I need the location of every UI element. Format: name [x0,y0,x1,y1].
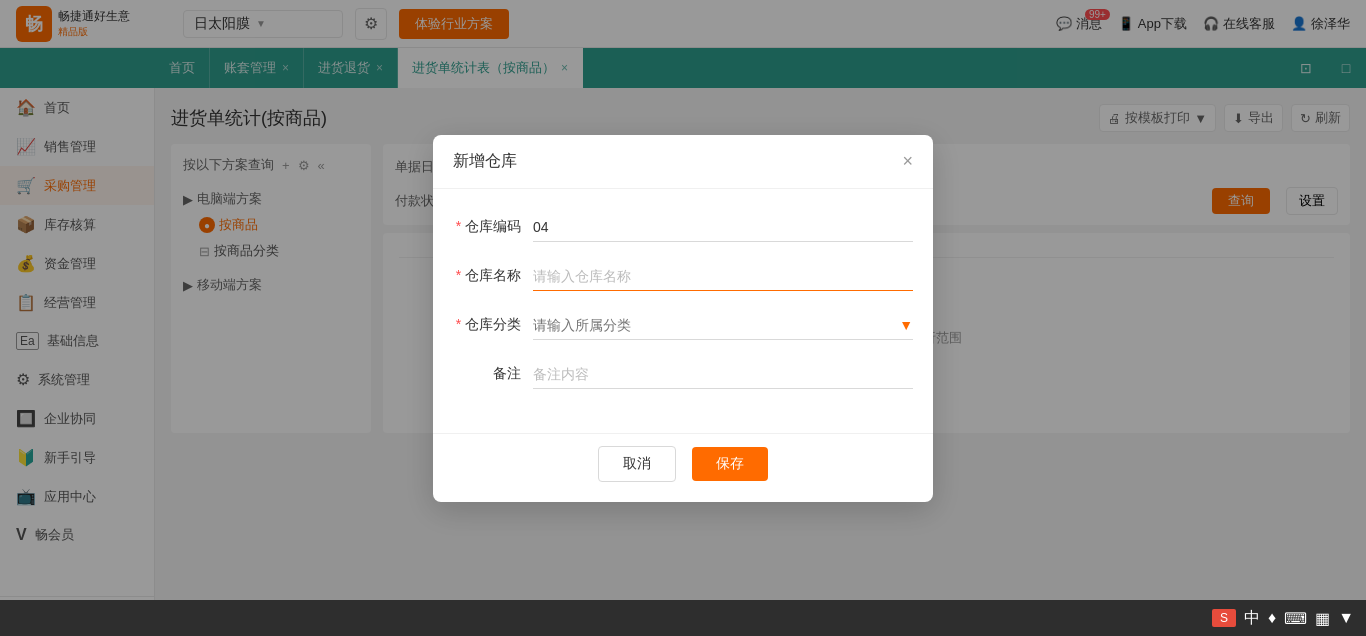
dialog-close-button[interactable]: × [902,151,913,172]
code-input[interactable] [533,213,913,242]
status-bar: S 中 ♦ ⌨ ▦ ▼ [0,600,1366,636]
form-row-remark: 备注 [453,360,913,389]
add-warehouse-dialog: 新增仓库 × * 仓库编码 * 仓库名称 [433,135,933,502]
category-input[interactable] [533,311,899,339]
dialog-footer: 取消 保存 [433,433,933,502]
status-s-icon[interactable]: S [1212,609,1236,627]
code-required-mark: * [456,218,461,234]
status-dot-icon[interactable]: ♦ [1268,609,1276,627]
status-grid-icon[interactable]: ▦ [1315,609,1330,628]
category-dropdown-icon[interactable]: ▼ [899,317,913,333]
remark-label: 备注 [453,365,533,383]
status-arrow-icon[interactable]: ▼ [1338,609,1354,627]
name-label: * 仓库名称 [453,267,533,285]
save-button[interactable]: 保存 [692,447,768,481]
dialog-title: 新增仓库 [453,151,517,172]
status-keyboard-icon[interactable]: ⌨ [1284,609,1307,628]
code-label: * 仓库编码 [453,218,533,236]
form-row-category: * 仓库分类 ▼ [453,311,913,340]
name-input[interactable] [533,262,913,291]
category-select-wrap: ▼ [533,311,913,340]
dialog-overlay: 新增仓库 × * 仓库编码 * 仓库名称 [0,0,1366,636]
cancel-button[interactable]: 取消 [598,446,676,482]
remark-input[interactable] [533,360,913,389]
remark-label-text: 备注 [493,365,521,381]
dialog-body: * 仓库编码 * 仓库名称 * 仓库分类 [433,189,933,433]
code-label-text: 仓库编码 [465,218,521,234]
dialog-header: 新增仓库 × [433,135,933,189]
category-label: * 仓库分类 [453,316,533,334]
status-zh-icon[interactable]: 中 [1244,608,1260,629]
category-required-mark: * [456,316,461,332]
form-row-code: * 仓库编码 [453,213,913,242]
category-label-text: 仓库分类 [465,316,521,332]
name-required-mark: * [456,267,461,283]
form-row-name: * 仓库名称 [453,262,913,291]
name-label-text: 仓库名称 [465,267,521,283]
